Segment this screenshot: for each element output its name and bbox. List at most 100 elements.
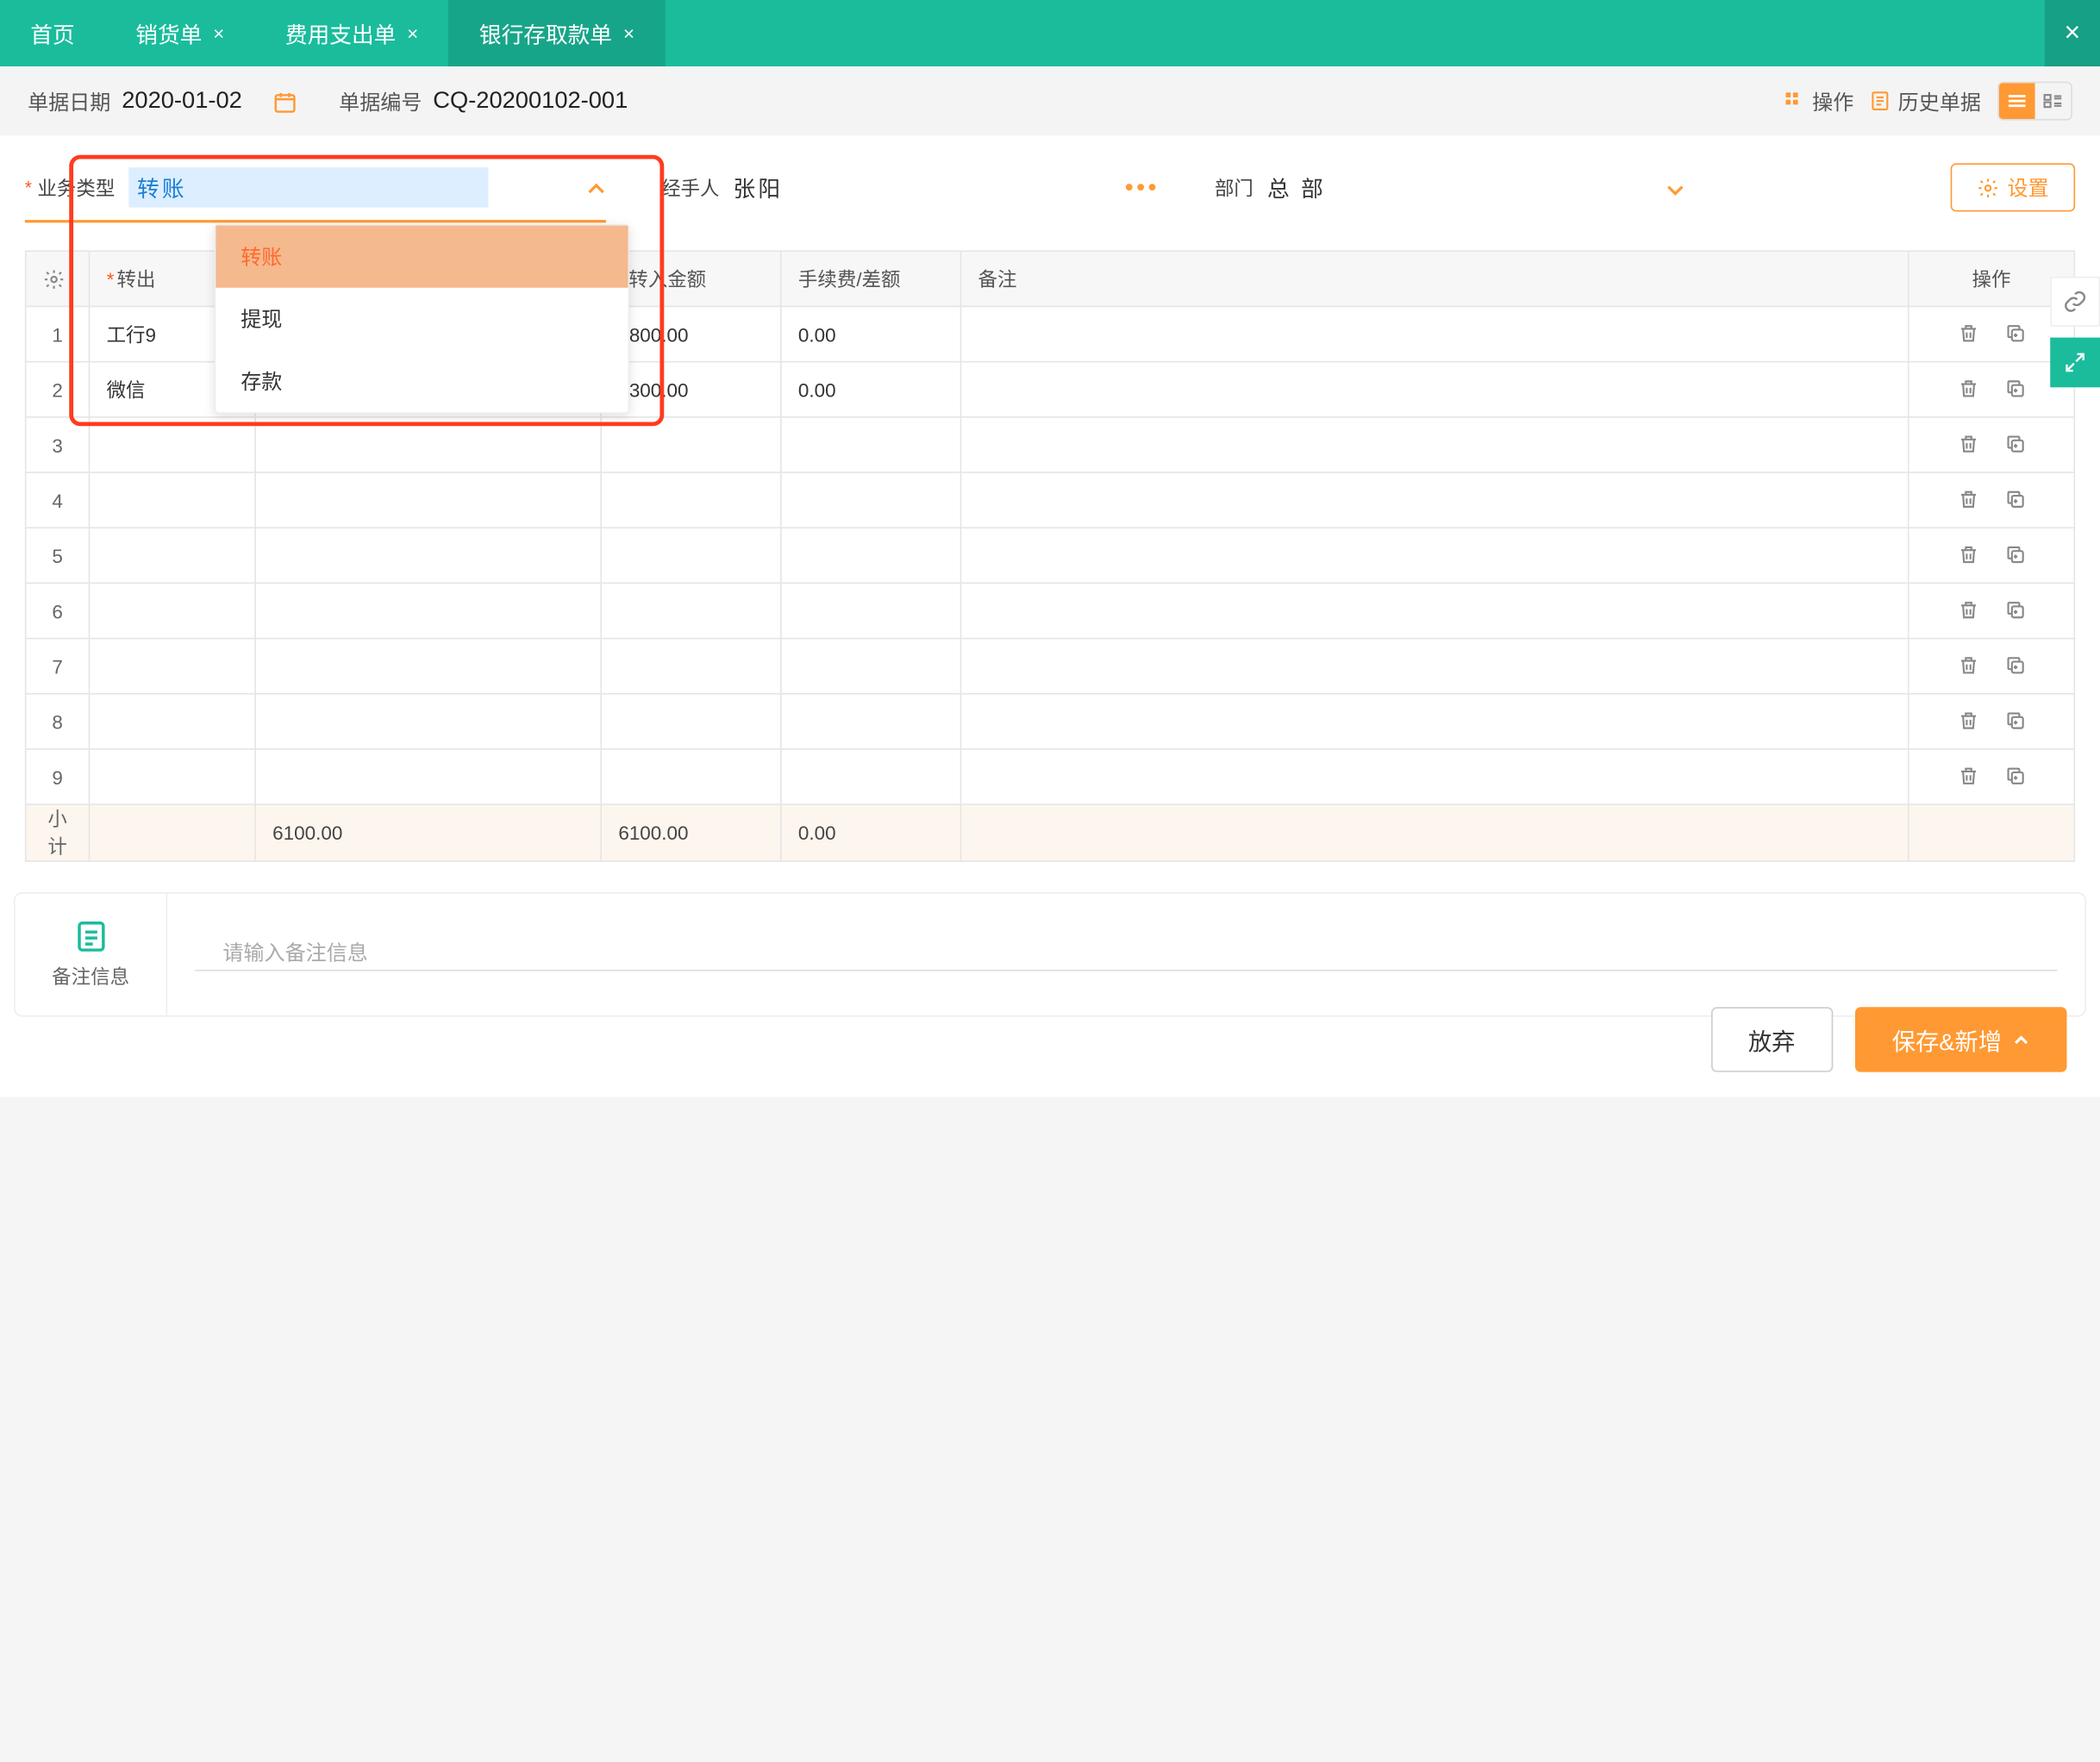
info-bar: 单据日期 2020-01-02 单据编号 CQ-20200102-001 操作 …: [0, 66, 2100, 135]
cell-remark[interactable]: [960, 306, 1908, 361]
copy-icon[interactable]: [2003, 322, 2026, 347]
tab-expense[interactable]: 费用支出单×: [255, 0, 449, 66]
view-grid-button[interactable]: [2035, 83, 2072, 119]
gear-header[interactable]: [26, 251, 90, 306]
cell-col2[interactable]: [255, 749, 601, 804]
table-row[interactable]: 3: [26, 417, 2075, 472]
cell-col2[interactable]: [255, 639, 601, 694]
calendar-icon[interactable]: [272, 86, 297, 116]
date-value[interactable]: 2020-01-02: [122, 87, 242, 115]
chevron-down-icon[interactable]: [1666, 177, 1684, 199]
delete-icon[interactable]: [1957, 709, 1979, 734]
delete-icon[interactable]: [1957, 598, 1979, 623]
cell-remark[interactable]: [960, 472, 1908, 528]
expand-icon[interactable]: [2050, 338, 2100, 388]
copy-icon[interactable]: [2003, 432, 2026, 457]
cell-out-acc[interactable]: [90, 472, 256, 528]
cell-in-amt[interactable]: [601, 417, 781, 472]
tab-bank[interactable]: 银行存取款单×: [449, 0, 666, 66]
cell-fee[interactable]: [781, 694, 961, 749]
copy-icon[interactable]: [2003, 377, 2026, 402]
cell-col2[interactable]: [255, 583, 601, 638]
table-row[interactable]: 4: [26, 472, 2075, 528]
cell-remark[interactable]: [960, 362, 1908, 417]
table-row[interactable]: 9: [26, 749, 2075, 804]
cell-out-acc[interactable]: [90, 417, 256, 472]
cell-fee[interactable]: [781, 528, 961, 583]
dropdown-option-transfer[interactable]: 转账: [216, 226, 628, 288]
delete-icon[interactable]: [1957, 765, 1979, 790]
delete-icon[interactable]: [1957, 322, 1979, 347]
cell-out-acc[interactable]: [90, 639, 256, 694]
document-icon: [1871, 89, 1890, 114]
cell-in-amt[interactable]: [601, 749, 781, 804]
copy-icon[interactable]: [2003, 598, 2026, 623]
delete-icon[interactable]: [1957, 377, 1979, 402]
cell-out-acc[interactable]: [90, 749, 256, 804]
cell-in-amt[interactable]: [601, 472, 781, 528]
cell-remark[interactable]: [960, 749, 1908, 804]
cell-fee[interactable]: [781, 417, 961, 472]
copy-icon[interactable]: [2003, 543, 2026, 568]
cell-out-acc[interactable]: [90, 694, 256, 749]
delete-icon[interactable]: [1957, 488, 1979, 513]
cell-remark[interactable]: [960, 639, 1908, 694]
cell-in-amt[interactable]: [601, 694, 781, 749]
table-row[interactable]: 6: [26, 583, 2075, 638]
cell-fee[interactable]: [781, 472, 961, 528]
cell-col2[interactable]: [255, 528, 601, 583]
cell-in-amt[interactable]: [601, 639, 781, 694]
handler-value[interactable]: 张阳: [734, 165, 1093, 210]
dropdown-option-deposit[interactable]: 存款: [216, 350, 628, 412]
cell-col2[interactable]: [255, 417, 601, 472]
copy-icon[interactable]: [2003, 765, 2026, 790]
save-new-button[interactable]: 保存&新增: [1854, 1007, 2066, 1072]
copy-icon[interactable]: [2003, 488, 2026, 513]
table-row[interactable]: 5: [26, 528, 2075, 583]
cell-out-acc[interactable]: [90, 528, 256, 583]
abandon-label: 放弃: [1748, 1022, 1796, 1057]
view-list-button[interactable]: [1999, 83, 2035, 119]
close-icon[interactable]: ×: [213, 22, 224, 45]
table-row[interactable]: 8: [26, 694, 2075, 749]
cell-out-acc[interactable]: [90, 583, 256, 638]
cell-fee[interactable]: [781, 749, 961, 804]
cell-remark[interactable]: [960, 694, 1908, 749]
handler-field[interactable]: 经手人 张阳 •••: [661, 163, 1159, 211]
dept-field[interactable]: 部门 总 部: [1215, 163, 1685, 211]
cell-fee[interactable]: 0.00: [781, 306, 961, 361]
tab-sales[interactable]: 销货单×: [105, 0, 255, 66]
copy-icon[interactable]: [2003, 653, 2026, 678]
copy-icon[interactable]: [2003, 709, 2026, 734]
cell-remark[interactable]: [960, 528, 1908, 583]
link-icon[interactable]: [2050, 277, 2100, 327]
settings-button[interactable]: 设置: [1951, 163, 2075, 211]
ellipsis-icon[interactable]: •••: [1125, 173, 1159, 203]
tab-home[interactable]: 首页: [0, 0, 105, 66]
operate-button[interactable]: 操作: [1784, 86, 1853, 116]
cell-in-amt[interactable]: [601, 583, 781, 638]
cell-in-amt[interactable]: [601, 528, 781, 583]
window-close-button[interactable]: ×: [2045, 0, 2100, 66]
cell-remark[interactable]: [960, 417, 1908, 472]
biz-type-value[interactable]: 转账: [128, 167, 488, 208]
cell-fee[interactable]: [781, 639, 961, 694]
delete-icon[interactable]: [1957, 432, 1979, 457]
cell-fee[interactable]: 0.00: [781, 362, 961, 417]
cell-remark[interactable]: [960, 583, 1908, 638]
history-button[interactable]: 历史单据: [1871, 86, 1981, 116]
delete-icon[interactable]: [1957, 543, 1979, 568]
cell-col2[interactable]: [255, 694, 601, 749]
delete-icon[interactable]: [1957, 653, 1979, 678]
table-row[interactable]: 7: [26, 639, 2075, 694]
close-icon[interactable]: ×: [407, 22, 418, 45]
abandon-button[interactable]: 放弃: [1711, 1007, 1833, 1072]
cell-fee[interactable]: [781, 583, 961, 638]
dropdown-option-withdraw[interactable]: 提现: [216, 288, 628, 350]
biz-type-field[interactable]: * 业务类型 转账: [25, 163, 606, 211]
remark-input[interactable]: 请输入备注信息: [195, 938, 2057, 972]
cell-col2[interactable]: [255, 472, 601, 528]
close-icon[interactable]: ×: [623, 22, 634, 45]
chevron-up-icon[interactable]: [586, 177, 605, 199]
dept-value[interactable]: 总 部: [1267, 165, 1627, 210]
